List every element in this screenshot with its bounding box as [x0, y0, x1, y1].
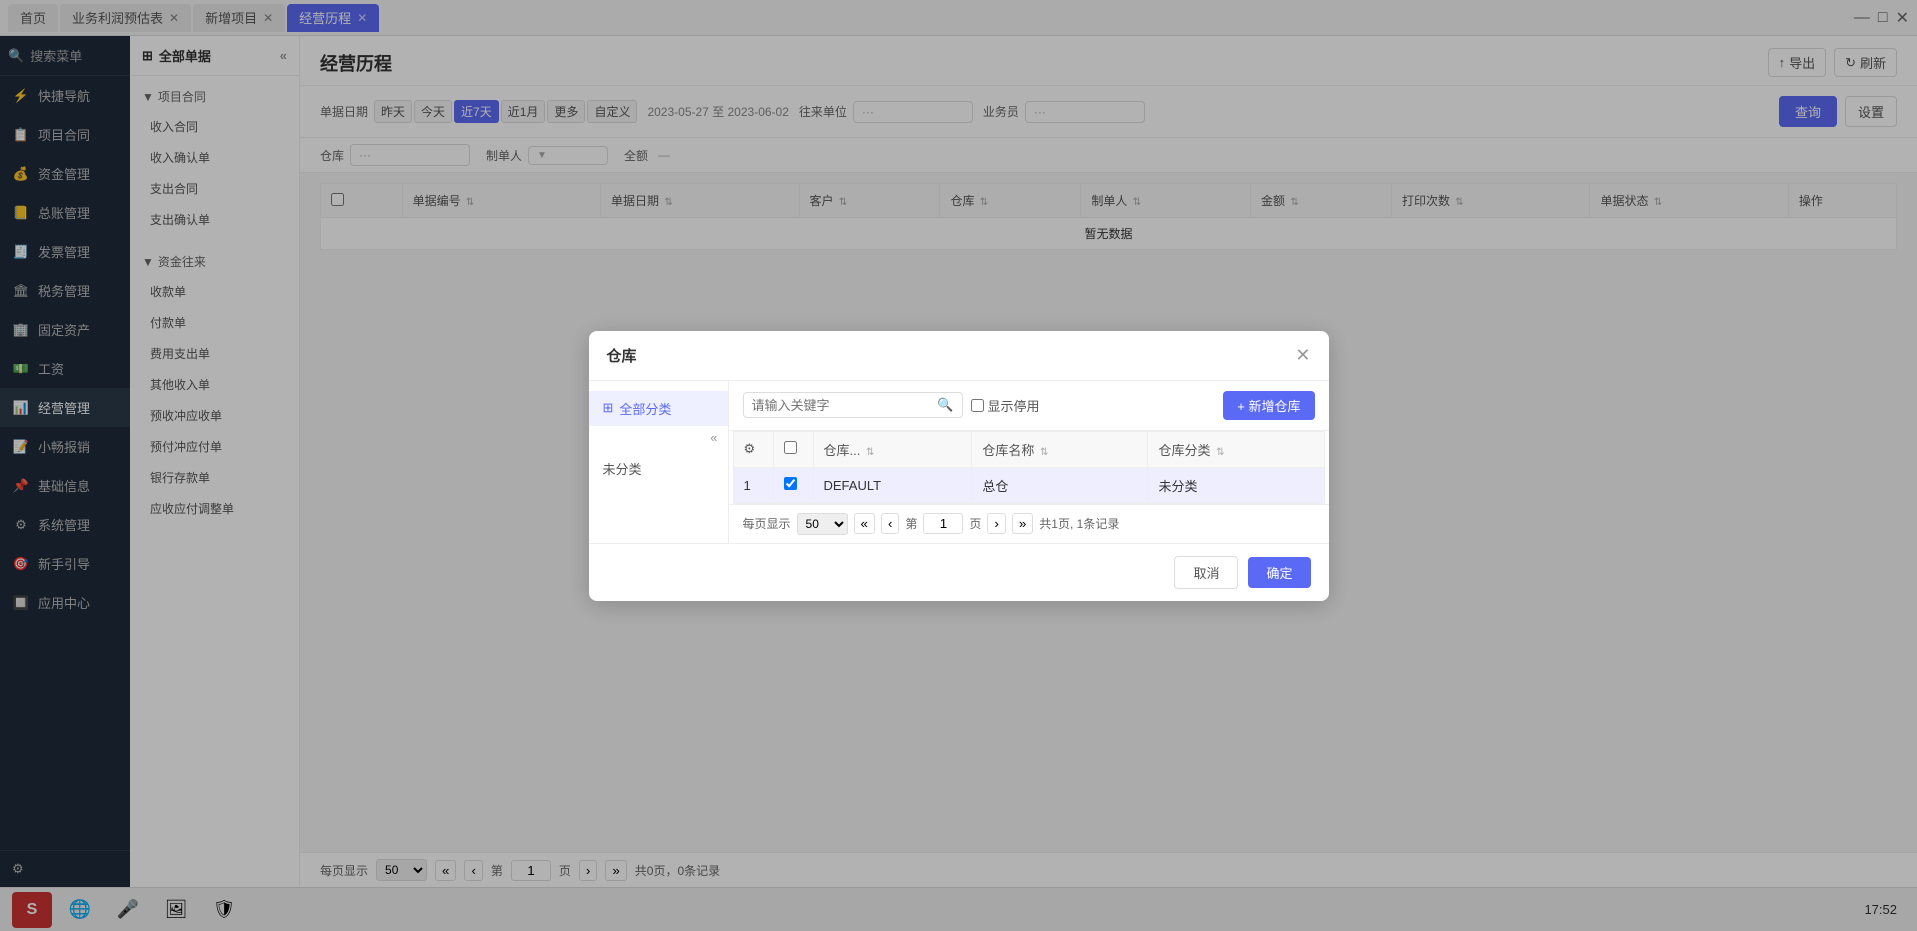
modal-table-area: ⚙ 仓库... ⇅ 仓库名称 ⇅ 仓库分类: [729, 431, 1329, 504]
modal-next-page-btn[interactable]: ›: [987, 513, 1005, 534]
row-cell-code: DEFAULT: [813, 467, 972, 503]
modal-search-input[interactable]: [752, 398, 938, 413]
modal-close-btn[interactable]: ✕: [1295, 345, 1310, 366]
modal-col-name: 仓库名称 ⇅: [972, 431, 1148, 467]
show-disabled-checkbox[interactable]: [971, 399, 984, 412]
modal-table-row[interactable]: 1 DEFAULT 总仓 未分类: [733, 467, 1324, 503]
modal-table: ⚙ 仓库... ⇅ 仓库名称 ⇅ 仓库分类: [733, 431, 1325, 504]
modal-total-label: 共1页, 1条记录: [1039, 515, 1119, 532]
modal-col-code: 仓库... ⇅: [813, 431, 972, 467]
modal-actions: 取消 确定: [589, 543, 1329, 601]
modal-col-checkbox-header[interactable]: [773, 431, 813, 467]
modal-toolbar: 🔍 显示停用 + 新增仓库: [729, 381, 1329, 431]
modal-sidebar-uncategorized[interactable]: 未分类: [589, 449, 728, 488]
modal-body: ⊞ 全部分类 « 未分类 🔍 显示停用 + 新增仓库: [589, 381, 1329, 543]
warehouse-modal: 仓库 ✕ ⊞ 全部分类 « 未分类 🔍 显示停用: [589, 331, 1329, 601]
modal-prev-page-btn[interactable]: ‹: [881, 513, 899, 534]
modal-first-page-btn[interactable]: «: [854, 513, 875, 534]
modal-header: 仓库 ✕: [589, 331, 1329, 381]
modal-title: 仓库: [607, 345, 637, 366]
modal-footer-bar: 每页显示 50 100 « ‹ 第 页 › » 共1页, 1条记录: [729, 504, 1329, 543]
row-cell-checkbox[interactable]: [773, 467, 813, 503]
modal-col-settings[interactable]: ⚙: [733, 431, 773, 467]
modal-table-header: ⚙ 仓库... ⇅ 仓库名称 ⇅ 仓库分类: [733, 431, 1324, 467]
modal-search-icon: 🔍: [937, 397, 953, 413]
add-warehouse-button[interactable]: + 新增仓库: [1223, 391, 1314, 420]
row-cell-id: 1: [733, 467, 773, 503]
row-cell-name: 总仓: [972, 467, 1148, 503]
modal-per-page-label: 每页显示: [743, 515, 791, 532]
modal-per-page-select[interactable]: 50 100: [797, 513, 848, 535]
row-cell-category: 未分类: [1148, 467, 1324, 503]
modal-table-body: 1 DEFAULT 总仓 未分类: [733, 467, 1324, 503]
modal-search-box[interactable]: 🔍: [743, 392, 963, 418]
modal-sidebar: ⊞ 全部分类 « 未分类: [589, 381, 729, 543]
modal-sidebar-collapse-btn[interactable]: «: [589, 426, 728, 449]
modal-go-label: 第: [905, 515, 917, 532]
show-disabled-label: 显示停用: [988, 396, 1040, 415]
show-disabled-checkbox-label[interactable]: 显示停用: [971, 396, 1040, 415]
sort-icon-category: ⇅: [1216, 447, 1224, 458]
sort-icon-name: ⇅: [1040, 447, 1048, 458]
modal-content: 🔍 显示停用 + 新增仓库 ⚙ 仓库...: [729, 381, 1329, 543]
modal-col-category: 仓库分类 ⇅: [1148, 431, 1324, 467]
modal-cancel-button[interactable]: 取消: [1174, 556, 1238, 589]
modal-confirm-button[interactable]: 确定: [1248, 557, 1310, 588]
modal-sidebar-all-category[interactable]: ⊞ 全部分类: [589, 391, 728, 426]
modal-last-page-btn[interactable]: »: [1012, 513, 1033, 534]
modal-page-input[interactable]: [923, 513, 963, 534]
uncategorized-label: 未分类: [603, 462, 642, 477]
modal-page-label: 页: [969, 515, 981, 532]
grid-icon: ⊞: [603, 400, 614, 416]
modal-sidebar-all-label: 全部分类: [619, 399, 671, 418]
sort-icon-code: ⇅: [866, 447, 874, 458]
